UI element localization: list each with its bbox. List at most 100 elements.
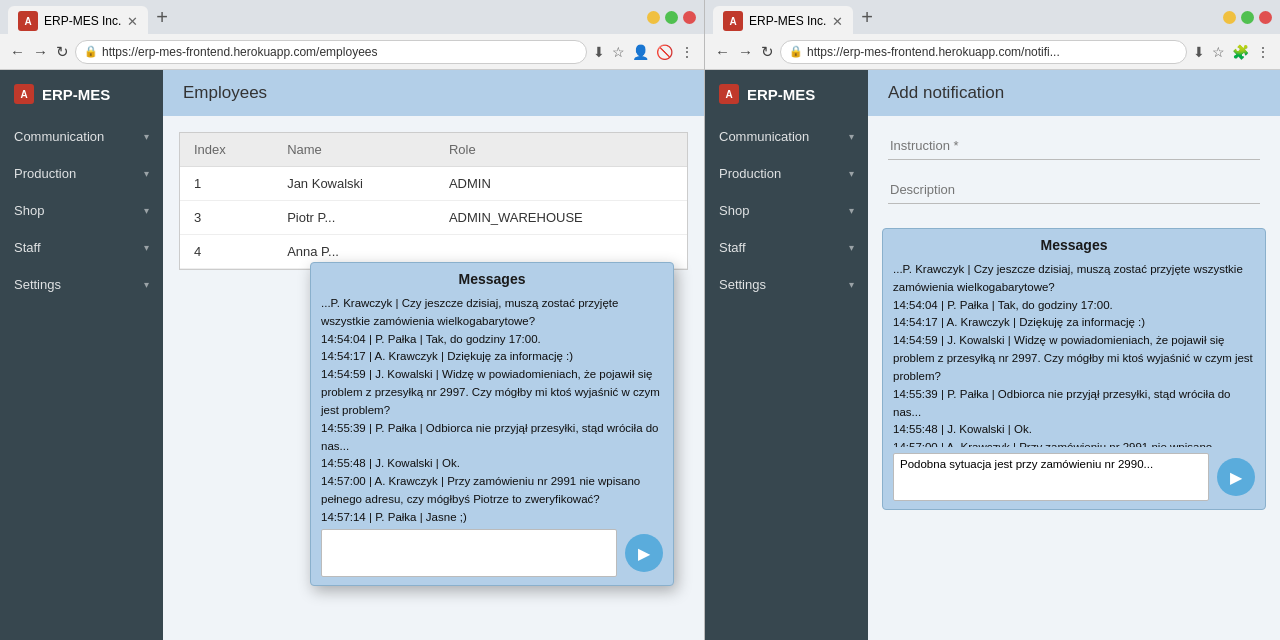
right-messages-scroll[interactable]: ...P. Krawczyk | Czy jeszcze dzisiaj, mu…	[883, 259, 1265, 447]
row2-name: Piotr P...	[273, 201, 435, 235]
right-page-title: Add notification	[888, 83, 1004, 102]
description-field	[888, 176, 1260, 204]
right-main-content: Add notification Messages ...P. Krawczyk…	[868, 70, 1280, 640]
right-titlebar: A ERP-MES Inc. ✕ +	[705, 0, 1280, 34]
production-chevron-right: ▾	[849, 168, 854, 179]
right-ext-icon[interactable]: 🧩	[1230, 42, 1251, 62]
left-messages-scroll[interactable]: ...P. Krawczyk | Czy jeszcze dzisiaj, mu…	[311, 293, 673, 523]
shop-chevron-right: ▾	[849, 205, 854, 216]
communication-chevron-left: ▾	[144, 131, 149, 142]
right-close-btn[interactable]	[1259, 11, 1272, 24]
right-new-tab-btn[interactable]: +	[855, 6, 879, 29]
right-minimize-btn[interactable]	[1223, 11, 1236, 24]
right-url-text: https://erp-mes-frontend.herokuapp.com/n…	[807, 45, 1060, 59]
left-brand-icon: A	[14, 84, 34, 104]
right-maximize-btn[interactable]	[1241, 11, 1254, 24]
description-input[interactable]	[888, 176, 1260, 204]
row1-role: ADMIN	[435, 167, 687, 201]
row1-index: 1	[180, 167, 273, 201]
row1-name: Jan Kowalski	[273, 167, 435, 201]
left-back-btn[interactable]: ←	[8, 41, 27, 62]
left-new-tab-btn[interactable]: +	[150, 6, 174, 29]
sidebar-label-communication-left: Communication	[14, 129, 104, 144]
sidebar-item-communication-right[interactable]: Communication ▾	[705, 118, 868, 155]
left-download-icon[interactable]: ⬇	[591, 42, 607, 62]
left-favicon: A	[18, 11, 38, 31]
employees-table: Index Name Role 1 Jan Kowalski ADMIN	[180, 133, 687, 269]
settings-chevron-right: ▾	[849, 279, 854, 290]
right-copy-icon[interactable]: ⬇	[1191, 42, 1207, 62]
right-tab-close[interactable]: ✕	[832, 14, 843, 29]
instruction-input[interactable]	[888, 132, 1260, 160]
right-sidebar: A ERP-MES Communication ▾ Production ▾ S…	[705, 70, 868, 640]
right-messages-title: Messages	[883, 229, 1265, 259]
left-send-button[interactable]: ▶	[625, 534, 663, 572]
production-chevron-left: ▾	[144, 168, 149, 179]
sidebar-item-production-right[interactable]: Production ▾	[705, 155, 868, 192]
right-more-icon[interactable]: ⋮	[1254, 42, 1272, 62]
sidebar-item-settings-left[interactable]: Settings ▾	[0, 266, 163, 303]
right-messages-panel: Messages ...P. Krawczyk | Czy jeszcze dz…	[882, 228, 1266, 510]
right-message-input[interactable]: Podobna sytuacja jest przy zamówieniu nr…	[893, 453, 1209, 501]
left-tab-title: ERP-MES Inc.	[44, 14, 121, 28]
left-window-controls	[637, 0, 696, 34]
left-bookmark-icon[interactable]: ☆	[610, 42, 627, 62]
right-lock-icon: 🔒	[789, 45, 803, 58]
right-forward-btn[interactable]: →	[736, 41, 755, 62]
right-back-btn[interactable]: ←	[713, 41, 732, 62]
row2-role: ADMIN_WAREHOUSE	[435, 201, 687, 235]
communication-chevron-right: ▾	[849, 131, 854, 142]
sidebar-label-production-left: Production	[14, 166, 76, 181]
staff-chevron-left: ▾	[144, 242, 149, 253]
left-more-icon[interactable]: ⋮	[678, 42, 696, 62]
sidebar-item-staff-right[interactable]: Staff ▾	[705, 229, 868, 266]
row3-index: 4	[180, 235, 273, 269]
right-app-body: A ERP-MES Communication ▾ Production ▾ S…	[705, 70, 1280, 640]
sidebar-item-settings-right[interactable]: Settings ▾	[705, 266, 868, 303]
right-favicon: A	[723, 11, 743, 31]
right-url-box[interactable]: 🔒 https://erp-mes-frontend.herokuapp.com…	[780, 40, 1187, 64]
left-brand-text: ERP-MES	[42, 86, 110, 103]
right-bookmark-icon[interactable]: ☆	[1210, 42, 1227, 62]
right-brand-icon: A	[719, 84, 739, 104]
left-block-icon[interactable]: 🚫	[654, 42, 675, 62]
right-reload-btn[interactable]: ↻	[759, 41, 776, 63]
col-role: Role	[435, 133, 687, 167]
left-messages-input-row: ▶	[311, 523, 673, 585]
right-brand: A ERP-MES	[705, 70, 868, 118]
left-minimize-btn[interactable]	[647, 11, 660, 24]
settings-chevron-left: ▾	[144, 279, 149, 290]
right-tab-title: ERP-MES Inc.	[749, 14, 826, 28]
right-messages-content: ...P. Krawczyk | Czy jeszcze dzisiaj, mu…	[893, 263, 1253, 447]
left-reload-btn[interactable]: ↻	[54, 41, 71, 63]
col-name: Name	[273, 133, 435, 167]
left-messages-popup: Messages ...P. Krawczyk | Czy jeszcze dz…	[310, 262, 674, 586]
left-close-btn[interactable]	[683, 11, 696, 24]
table-row[interactable]: 3 Piotr P... ADMIN_WAREHOUSE	[180, 201, 687, 235]
left-profile-icon[interactable]: 👤	[630, 42, 651, 62]
left-titlebar: A ERP-MES Inc. ✕ +	[0, 0, 704, 34]
sidebar-item-staff-left[interactable]: Staff ▾	[0, 229, 163, 266]
right-tab[interactable]: A ERP-MES Inc. ✕	[713, 6, 853, 34]
left-forward-btn[interactable]: →	[31, 41, 50, 62]
right-addrbar: ← → ↻ 🔒 https://erp-mes-frontend.herokua…	[705, 34, 1280, 70]
right-toolbar-icons: ⬇ ☆ 🧩 ⋮	[1191, 42, 1272, 62]
sidebar-item-communication-left[interactable]: Communication ▾	[0, 118, 163, 155]
sidebar-item-shop-left[interactable]: Shop ▾	[0, 192, 163, 229]
left-message-input[interactable]	[321, 529, 617, 577]
sidebar-label-communication-right: Communication	[719, 129, 809, 144]
left-url-box[interactable]: 🔒 https://erp-mes-frontend.herokuapp.com…	[75, 40, 587, 64]
shop-chevron-left: ▾	[144, 205, 149, 216]
sidebar-item-shop-right[interactable]: Shop ▾	[705, 192, 868, 229]
sidebar-label-shop-left: Shop	[14, 203, 44, 218]
left-tab[interactable]: A ERP-MES Inc. ✕	[8, 6, 148, 34]
notification-form	[868, 116, 1280, 228]
right-send-button[interactable]: ▶	[1217, 458, 1255, 496]
left-maximize-btn[interactable]	[665, 11, 678, 24]
left-tab-close[interactable]: ✕	[127, 14, 138, 29]
sidebar-item-production-left[interactable]: Production ▾	[0, 155, 163, 192]
table-row[interactable]: 1 Jan Kowalski ADMIN	[180, 167, 687, 201]
sidebar-label-production-right: Production	[719, 166, 781, 181]
sidebar-label-shop-right: Shop	[719, 203, 749, 218]
sidebar-label-staff-left: Staff	[14, 240, 41, 255]
